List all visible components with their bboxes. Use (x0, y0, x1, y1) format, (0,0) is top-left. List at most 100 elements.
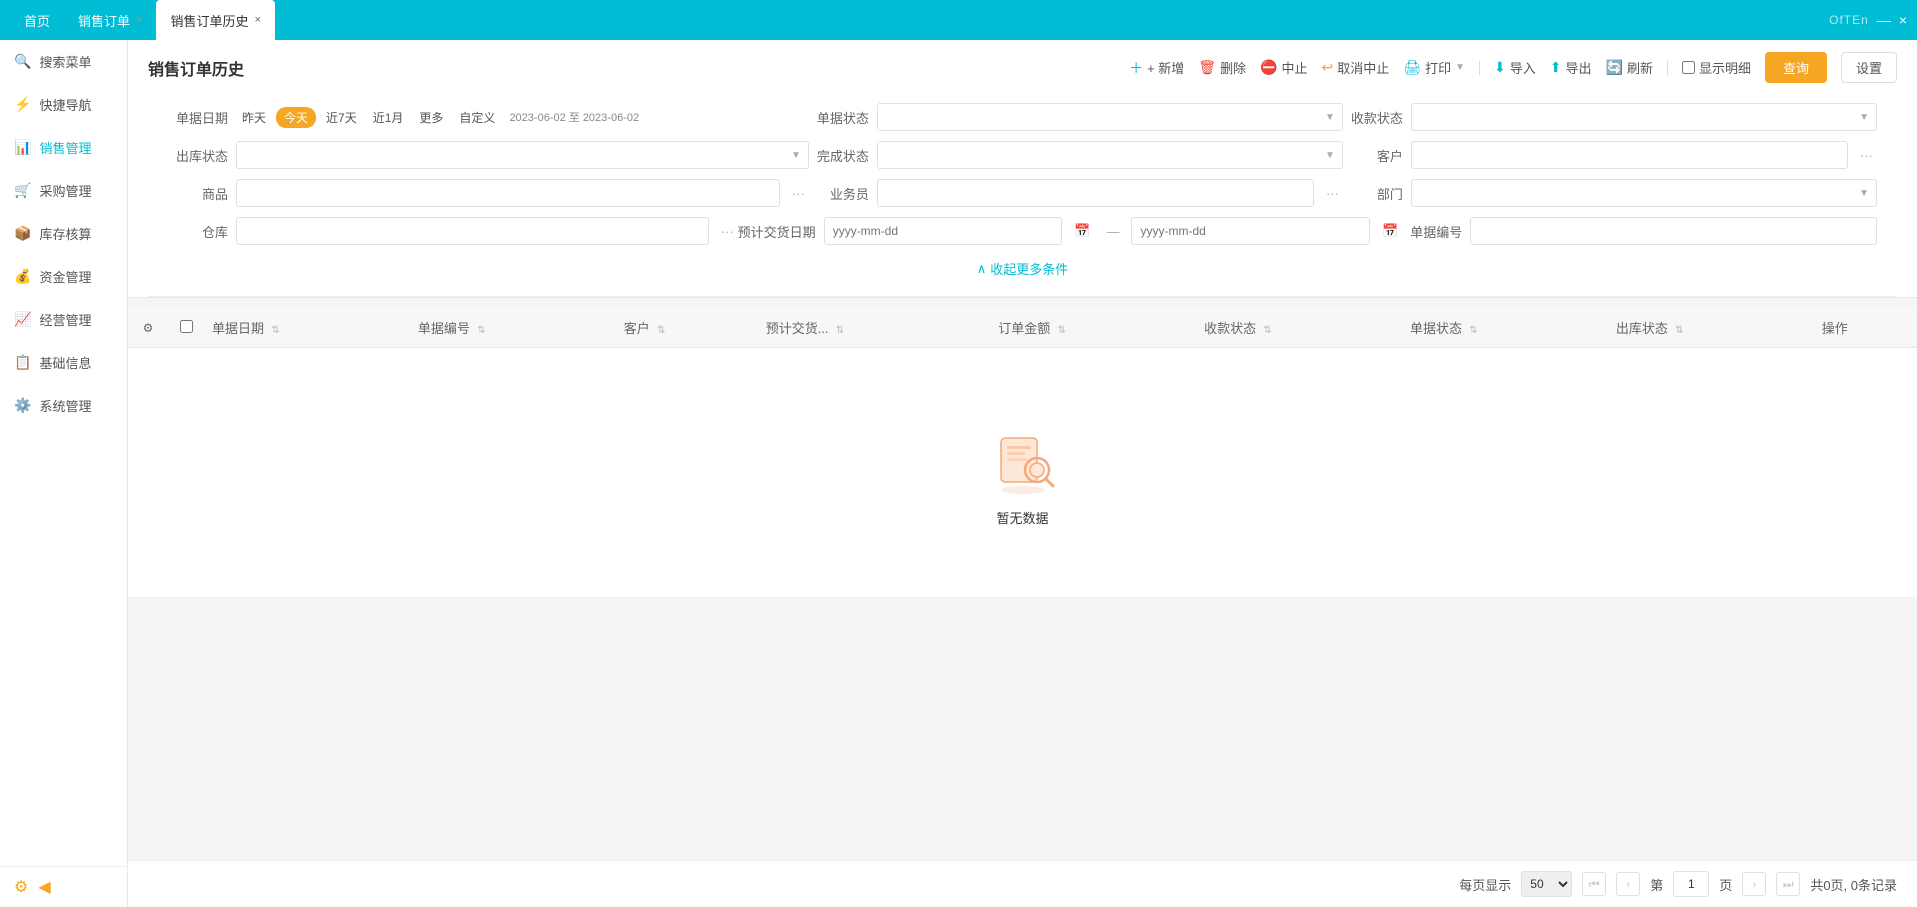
sidebar-item-finance[interactable]: 💰 资金管理 (0, 255, 127, 298)
cancel-stop-button[interactable]: ↩ 取消中止 (1322, 58, 1390, 77)
collapse-label: 收起更多条件 (990, 259, 1068, 278)
th-bill-status[interactable]: 单据状态 ⇅ (1402, 308, 1608, 348)
tab-sales-order-history[interactable]: 销售订单历史 × (156, 0, 274, 40)
stop-button[interactable]: ⛔ 中止 (1260, 58, 1307, 77)
filter-delivery-date-item: 预计交货日期 📅 — 📅 (738, 217, 1403, 245)
page-title-row: 销售订单历史 ＋ + 新增 🗑 删除 ⛔ 中止 ↩ (148, 52, 1897, 83)
salesman-dots[interactable]: ··· (1322, 186, 1343, 201)
customer-dots[interactable]: ··· (1856, 148, 1877, 163)
sales-order-tab-close[interactable]: × (136, 14, 142, 26)
brand-label: OfTEn (1829, 13, 1869, 27)
export-button[interactable]: ⬆ 导出 (1550, 58, 1592, 77)
setting-button[interactable]: 设置 (1841, 52, 1897, 83)
th-order-amount[interactable]: 订单金额 ⇅ (990, 308, 1196, 348)
import-button[interactable]: ⬇ 导入 (1494, 58, 1536, 77)
filter-goods-item: 商品 ··· (168, 179, 809, 207)
refresh-button[interactable]: 🔄 刷新 (1606, 58, 1653, 77)
close-btn[interactable]: × (1899, 12, 1907, 28)
receipt-status-select[interactable] (1411, 103, 1877, 131)
check-all-checkbox[interactable] (180, 320, 193, 333)
stop-label: 中止 (1282, 58, 1308, 77)
page-header: 销售订单历史 ＋ + 新增 🗑 删除 ⛔ 中止 ↩ (128, 40, 1917, 298)
warehouse-label: 仓库 (168, 222, 228, 241)
delivery-date-start[interactable] (824, 217, 1063, 245)
page-word: 第 (1650, 875, 1663, 894)
sidebar-item-inventory[interactable]: 📦 库存核算 (0, 212, 127, 255)
th-expected-delivery[interactable]: 预计交货... ⇅ (758, 308, 990, 348)
date-today-btn[interactable]: 今天 (276, 107, 316, 128)
receipt-status-label: 收款状态 (1343, 108, 1403, 127)
sidebar-item-sys-mgmt[interactable]: ⚙️ 系统管理 (0, 384, 127, 427)
bill-no-input[interactable] (1470, 217, 1877, 245)
sales-order-history-tab-close[interactable]: × (254, 14, 260, 26)
new-button[interactable]: ＋ + 新增 (1129, 58, 1184, 78)
filter-row-4: 仓库 ··· 预计交货日期 📅 — 📅 单据编号 (168, 217, 1877, 245)
calendar-start-icon[interactable]: 📅 (1070, 223, 1094, 239)
date-more-btn[interactable]: 更多 (413, 107, 449, 128)
first-page-btn[interactable]: ⏮ (1582, 872, 1606, 896)
cancel-stop-icon: ↩ (1322, 59, 1334, 76)
sidebar-item-quick-nav[interactable]: ⚡ 快捷导航 (0, 83, 127, 126)
settings-bottom-icon[interactable]: ⚙ (14, 877, 28, 897)
th-operation: 操作 (1814, 308, 1917, 348)
filter-date-item: 单据日期 昨天 今天 近7天 近1月 更多 自定义 2023-06-02 至 2… (168, 107, 809, 128)
th-check[interactable] (168, 308, 204, 348)
minimize-btn[interactable]: — (1877, 12, 1891, 28)
collapse-sidebar-icon[interactable]: ◀ (38, 877, 50, 897)
sidebar-item-operations[interactable]: 📈 经营管理 (0, 298, 127, 341)
date-7days-btn[interactable]: 近7天 (320, 107, 363, 128)
delivery-date-end[interactable] (1131, 217, 1370, 245)
date-yesterday-btn[interactable]: 昨天 (236, 107, 272, 128)
dept-label: 部门 (1343, 184, 1403, 203)
import-label: 导入 (1510, 58, 1536, 77)
collapse-row[interactable]: ∧ 收起更多条件 (168, 255, 1877, 286)
th-settings[interactable]: ⚙ (128, 308, 168, 348)
salesman-input[interactable] (877, 179, 1314, 207)
page-number-input[interactable] (1673, 871, 1709, 897)
complete-status-select[interactable] (877, 141, 1343, 169)
date-range-dash: — (1102, 224, 1123, 239)
sidebar-item-search-menu[interactable]: 🔍 搜索菜单 (0, 40, 127, 83)
customer-input[interactable] (1411, 141, 1848, 169)
prev-page-btn[interactable]: ‹ (1616, 872, 1640, 896)
calendar-end-icon[interactable]: 📅 (1378, 223, 1402, 239)
tab-home[interactable]: 首页 (10, 0, 64, 40)
print-button[interactable]: 🖨 打印 ▼ (1403, 58, 1465, 77)
date-1month-btn[interactable]: 近1月 (367, 107, 410, 128)
empty-cell: 暂无数据 (128, 348, 1917, 598)
page-size-select[interactable]: 50 10 20 100 (1521, 871, 1572, 897)
date-group: 昨天 今天 近7天 近1月 更多 自定义 2023-06-02 至 2023-0… (236, 107, 809, 128)
th-bill-date[interactable]: 单据日期 ⇅ (204, 308, 410, 348)
export-label: 导出 (1565, 58, 1591, 77)
query-button[interactable]: 查询 (1765, 52, 1827, 83)
sales-mgmt-label: 销售管理 (39, 138, 91, 157)
th-receipt-status[interactable]: 收款状态 ⇅ (1196, 308, 1402, 348)
out-status-select[interactable] (236, 141, 809, 169)
th-customer[interactable]: 客户 ⇅ (616, 308, 758, 348)
sidebar-item-purchase-mgmt[interactable]: 🛒 采购管理 (0, 169, 127, 212)
goods-input[interactable] (236, 179, 780, 207)
dept-select[interactable] (1411, 179, 1877, 207)
toolbar-divider2 (1667, 61, 1668, 75)
sidebar-bottom: ⚙ ◀ (0, 866, 127, 907)
date-custom-btn[interactable]: 自定义 (453, 107, 501, 128)
delete-button[interactable]: 🗑 删除 (1198, 58, 1246, 77)
last-page-btn[interactable]: ⏭ (1776, 872, 1800, 896)
warehouse-input[interactable] (236, 217, 709, 245)
quick-nav-label: 快捷导航 (39, 95, 91, 114)
display-detail-checkbox[interactable] (1682, 61, 1695, 74)
sales-order-history-tab-label: 销售订单历史 (170, 11, 248, 30)
operations-icon: 📈 (14, 311, 31, 328)
warehouse-dots[interactable]: ··· (717, 224, 738, 239)
bill-status-select[interactable] (877, 103, 1343, 131)
page-unit: 页 (1719, 875, 1732, 894)
th-bill-no[interactable]: 单据编号 ⇅ (410, 308, 616, 348)
next-page-btn[interactable]: › (1742, 872, 1766, 896)
goods-dots[interactable]: ··· (788, 186, 809, 201)
sidebar-item-sales-mgmt[interactable]: 📊 销售管理 (0, 126, 127, 169)
sidebar-item-base-info[interactable]: 📋 基础信息 (0, 341, 127, 384)
top-bar-right: OfTEn — × (1821, 12, 1907, 28)
expected-delivery-sort-icon: ⇅ (836, 325, 844, 336)
th-out-status[interactable]: 出库状态 ⇅ (1608, 308, 1814, 348)
tab-sales-order[interactable]: 销售订单 × (64, 0, 156, 40)
